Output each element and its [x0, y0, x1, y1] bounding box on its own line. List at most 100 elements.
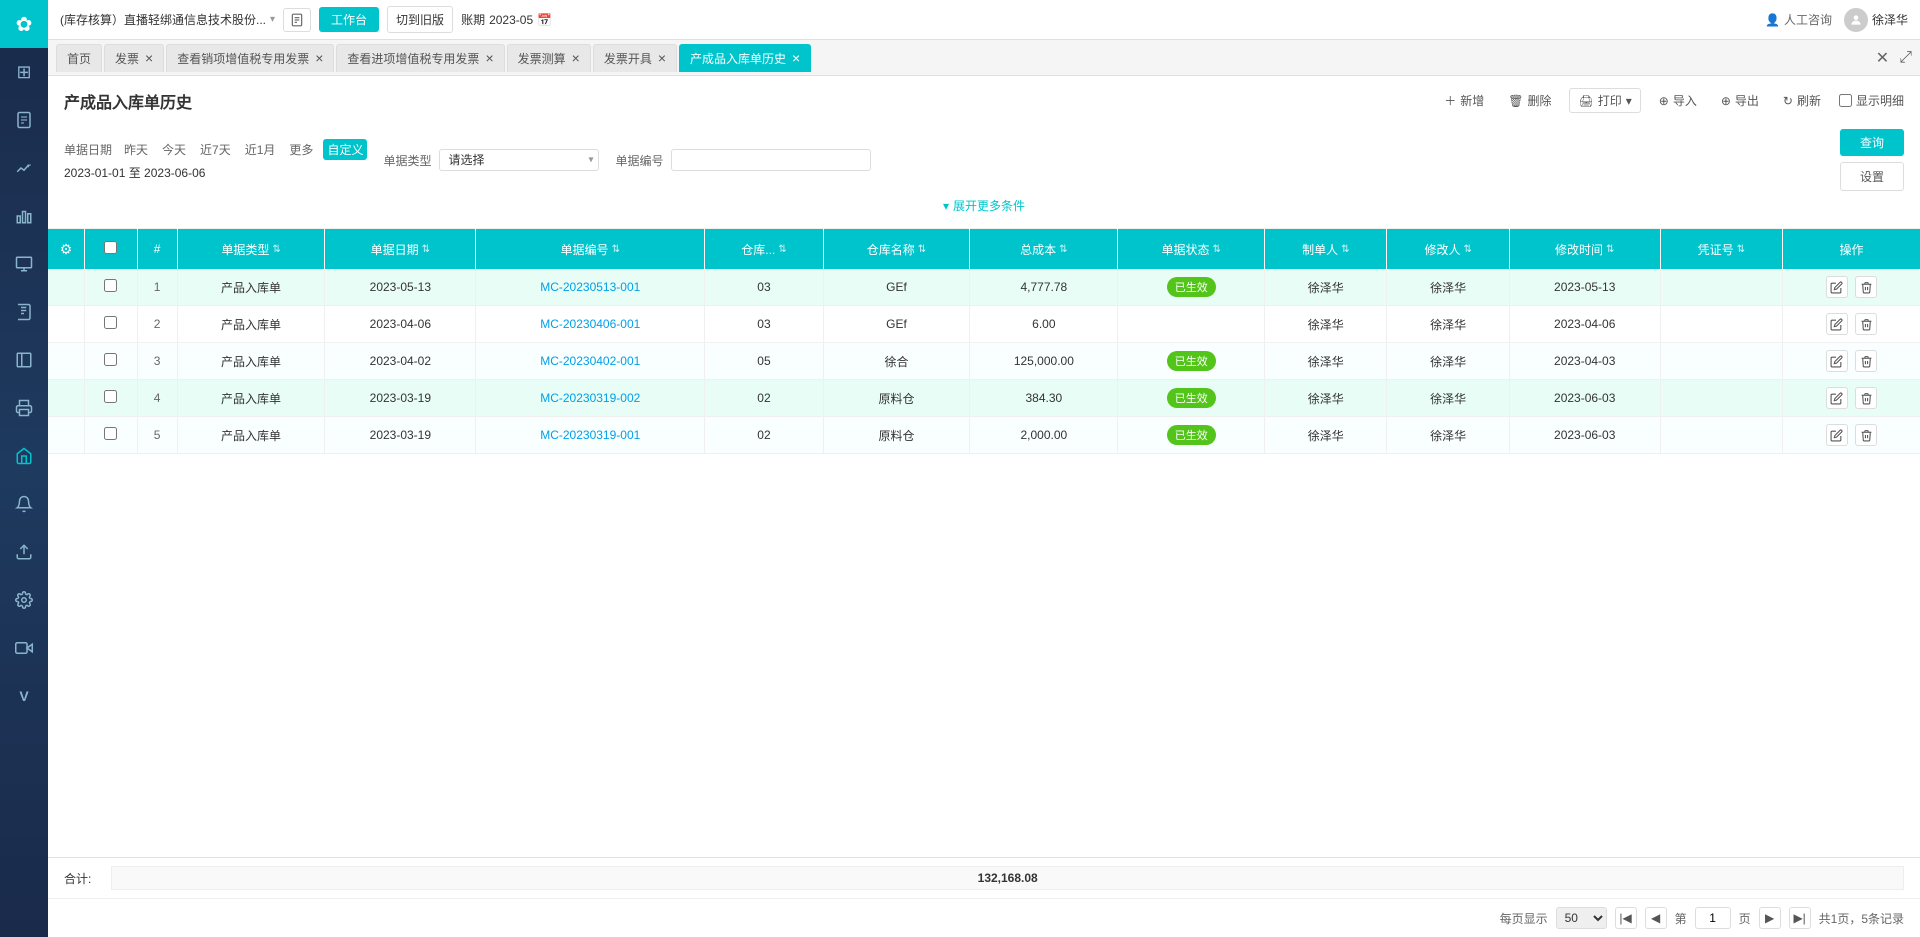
refresh-button[interactable]: ↻ 刷新: [1777, 88, 1827, 113]
row-doc-number[interactable]: MC-20230402-001: [476, 343, 705, 380]
date-more[interactable]: 更多: [285, 139, 317, 160]
delete-row-btn[interactable]: [1855, 313, 1877, 335]
sidebar-item-upload[interactable]: [0, 528, 48, 576]
table-container[interactable]: ⚙ # 单据类型⇅ 单据日期⇅ 单据编号⇅: [48, 229, 1920, 857]
tab-invoice-close[interactable]: ×: [145, 51, 153, 65]
th-modify-time[interactable]: 修改时间⇅: [1509, 229, 1660, 269]
tab-view-input-vat-close[interactable]: ×: [485, 51, 493, 65]
th-warehouse-name[interactable]: 仓库名称⇅: [823, 229, 970, 269]
user-menu[interactable]: 徐泽华: [1844, 8, 1908, 32]
set-button[interactable]: 设置: [1840, 162, 1904, 191]
row-checkbox[interactable]: [104, 279, 117, 292]
sidebar-item-notifications[interactable]: [0, 480, 48, 528]
row-checkbox-cell[interactable]: [85, 306, 138, 343]
date-today[interactable]: 今天: [158, 139, 190, 160]
workbench-button[interactable]: 工作台: [319, 7, 379, 32]
th-settings[interactable]: ⚙: [48, 229, 85, 269]
help-button[interactable]: 👤 人工咨询: [1765, 11, 1832, 28]
first-page-btn[interactable]: |◀: [1615, 907, 1637, 929]
expand-more-button[interactable]: ▾ 展开更多条件: [943, 197, 1025, 214]
column-settings-gear[interactable]: ⚙: [54, 237, 78, 261]
company-selector[interactable]: (库存核算）直播轻绑通信息技术股份... ▾: [60, 11, 275, 28]
row-checkbox[interactable]: [104, 353, 117, 366]
row-checkbox[interactable]: [104, 316, 117, 329]
document-icon-btn[interactable]: [283, 8, 311, 32]
date-range-display[interactable]: 2023-01-01 至 2023-06-06: [64, 164, 367, 181]
sidebar-item-settings[interactable]: [0, 576, 48, 624]
doc-number-link[interactable]: MC-20230406-001: [540, 317, 640, 331]
tab-invoice[interactable]: 发票 ×: [104, 44, 164, 72]
row-checkbox-cell[interactable]: [85, 380, 138, 417]
th-number[interactable]: 单据编号⇅: [476, 229, 705, 269]
switch-old-btn[interactable]: 切到旧版: [387, 6, 453, 33]
print-button[interactable]: 🖨 打印 ▾: [1569, 88, 1640, 113]
row-doc-number[interactable]: MC-20230406-001: [476, 306, 705, 343]
tab-close-all-icon[interactable]: ✕: [1876, 48, 1889, 68]
sidebar-item-inventory[interactable]: [0, 240, 48, 288]
row-doc-number[interactable]: MC-20230319-002: [476, 380, 705, 417]
doc-number-link[interactable]: MC-20230319-001: [540, 428, 640, 442]
edit-btn[interactable]: [1826, 350, 1848, 372]
doc-number-link[interactable]: MC-20230513-001: [540, 280, 640, 294]
th-voucher[interactable]: 凭证号⇅: [1660, 229, 1782, 269]
row-checkbox-cell[interactable]: [85, 343, 138, 380]
import-button[interactable]: ⊕ 导入: [1653, 88, 1703, 113]
type-select[interactable]: 请选择 产品入库单: [439, 149, 599, 171]
row-checkbox-cell[interactable]: [85, 269, 138, 306]
th-date[interactable]: 单据日期⇅: [325, 229, 476, 269]
date-1month[interactable]: 近1月: [241, 139, 280, 160]
delete-row-btn[interactable]: [1855, 424, 1877, 446]
date-yesterday[interactable]: 昨天: [120, 139, 152, 160]
tab-home[interactable]: 首页: [56, 44, 102, 72]
tab-view-output-vat-close[interactable]: ×: [315, 51, 323, 65]
sidebar-item-version[interactable]: V: [0, 672, 48, 720]
row-doc-number[interactable]: MC-20230513-001: [476, 269, 705, 306]
edit-btn[interactable]: [1826, 424, 1848, 446]
sidebar-item-vouchers[interactable]: [0, 336, 48, 384]
row-doc-number[interactable]: MC-20230319-001: [476, 417, 705, 454]
tab-invoice-open-close[interactable]: ×: [658, 51, 666, 65]
tab-product-inbound[interactable]: 产成品入库单历史 ×: [679, 44, 811, 72]
show-details-checkbox[interactable]: [1839, 94, 1852, 107]
row-checkbox-cell[interactable]: [85, 417, 138, 454]
new-button[interactable]: ＋ 新增: [1438, 88, 1490, 113]
delete-row-btn[interactable]: [1855, 276, 1877, 298]
next-page-btn[interactable]: ▶: [1759, 907, 1781, 929]
export-button[interactable]: ⊕ 导出: [1715, 88, 1765, 113]
sidebar-item-home[interactable]: ⊞: [0, 48, 48, 96]
th-type[interactable]: 单据类型⇅: [177, 229, 325, 269]
sidebar-item-ledger[interactable]: [0, 288, 48, 336]
tab-view-input-vat[interactable]: 查看进项增值税专用发票 ×: [336, 44, 504, 72]
th-creator[interactable]: 制单人⇅: [1265, 229, 1387, 269]
delete-row-btn[interactable]: [1855, 387, 1877, 409]
doc-number-link[interactable]: MC-20230402-001: [540, 354, 640, 368]
tab-expand-icon[interactable]: ⤢: [1899, 49, 1912, 67]
row-checkbox[interactable]: [104, 390, 117, 403]
tab-invoice-calc[interactable]: 发票测算 ×: [507, 44, 591, 72]
sidebar-item-analytics[interactable]: [0, 192, 48, 240]
edit-btn[interactable]: [1826, 276, 1848, 298]
sidebar-item-reports[interactable]: [0, 144, 48, 192]
query-button[interactable]: 查询: [1840, 129, 1904, 156]
sidebar-item-warehouse[interactable]: [0, 432, 48, 480]
th-total-cost[interactable]: 总成本⇅: [970, 229, 1118, 269]
tab-product-inbound-close[interactable]: ×: [792, 51, 800, 65]
doc-number-link[interactable]: MC-20230319-002: [540, 391, 640, 405]
tab-view-output-vat[interactable]: 查看销项增值税专用发票 ×: [166, 44, 334, 72]
tab-invoice-calc-close[interactable]: ×: [572, 51, 580, 65]
delete-row-btn[interactable]: [1855, 350, 1877, 372]
edit-btn[interactable]: [1826, 387, 1848, 409]
number-filter-input[interactable]: [671, 149, 871, 171]
th-modifier[interactable]: 修改人⇅: [1387, 229, 1509, 269]
sidebar-item-print[interactable]: [0, 384, 48, 432]
page-size-select[interactable]: 20 50 100: [1556, 907, 1607, 929]
th-status[interactable]: 单据状态⇅: [1118, 229, 1265, 269]
delete-button[interactable]: 🗑 删除: [1502, 88, 1557, 113]
tab-invoice-open[interactable]: 发票开具 ×: [593, 44, 677, 72]
date-7days[interactable]: 近7天: [196, 139, 235, 160]
prev-page-btn[interactable]: ◀: [1645, 907, 1667, 929]
row-checkbox[interactable]: [104, 427, 117, 440]
calendar-icon[interactable]: 📅: [537, 13, 552, 27]
th-warehouse-code[interactable]: 仓库...⇅: [705, 229, 823, 269]
select-all-checkbox[interactable]: [104, 241, 117, 254]
